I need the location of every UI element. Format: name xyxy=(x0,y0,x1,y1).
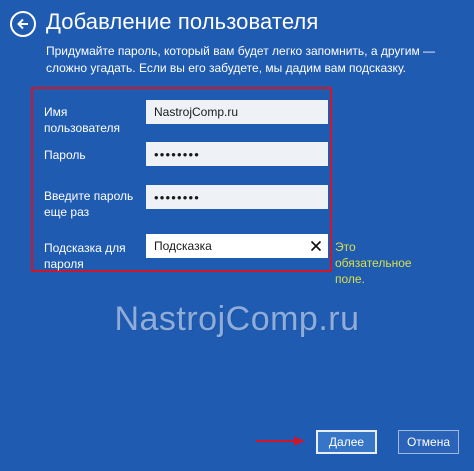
username-field[interactable]: NastrojComp.ru xyxy=(146,100,328,124)
username-label: Имя пользователя xyxy=(44,105,120,135)
hint-field[interactable]: Подсказка xyxy=(146,234,328,258)
password-confirm-field[interactable]: •••••••• xyxy=(146,185,328,209)
arrow-right-icon xyxy=(256,436,305,446)
watermark: NastrojComp.ru xyxy=(114,300,360,338)
back-button[interactable] xyxy=(10,11,36,37)
intro-text: Придумайте пароль, который вам будет лег… xyxy=(46,44,436,75)
password-label: Пароль xyxy=(44,148,86,162)
password-field[interactable]: •••••••• xyxy=(146,142,328,166)
next-button[interactable]: Далее xyxy=(316,430,377,454)
arrow-left-icon xyxy=(16,17,30,31)
close-icon[interactable] xyxy=(308,238,324,254)
password-confirm-label: Введите пароль еще раз xyxy=(44,189,134,219)
page-title: Добавление пользователя xyxy=(46,9,319,34)
cancel-button[interactable]: Отмена xyxy=(398,430,459,454)
hint-label: Подсказка для пароля xyxy=(44,241,126,271)
hint-field-value: Подсказка xyxy=(154,239,212,253)
required-field-note: Это обязательное поле. xyxy=(335,240,412,286)
